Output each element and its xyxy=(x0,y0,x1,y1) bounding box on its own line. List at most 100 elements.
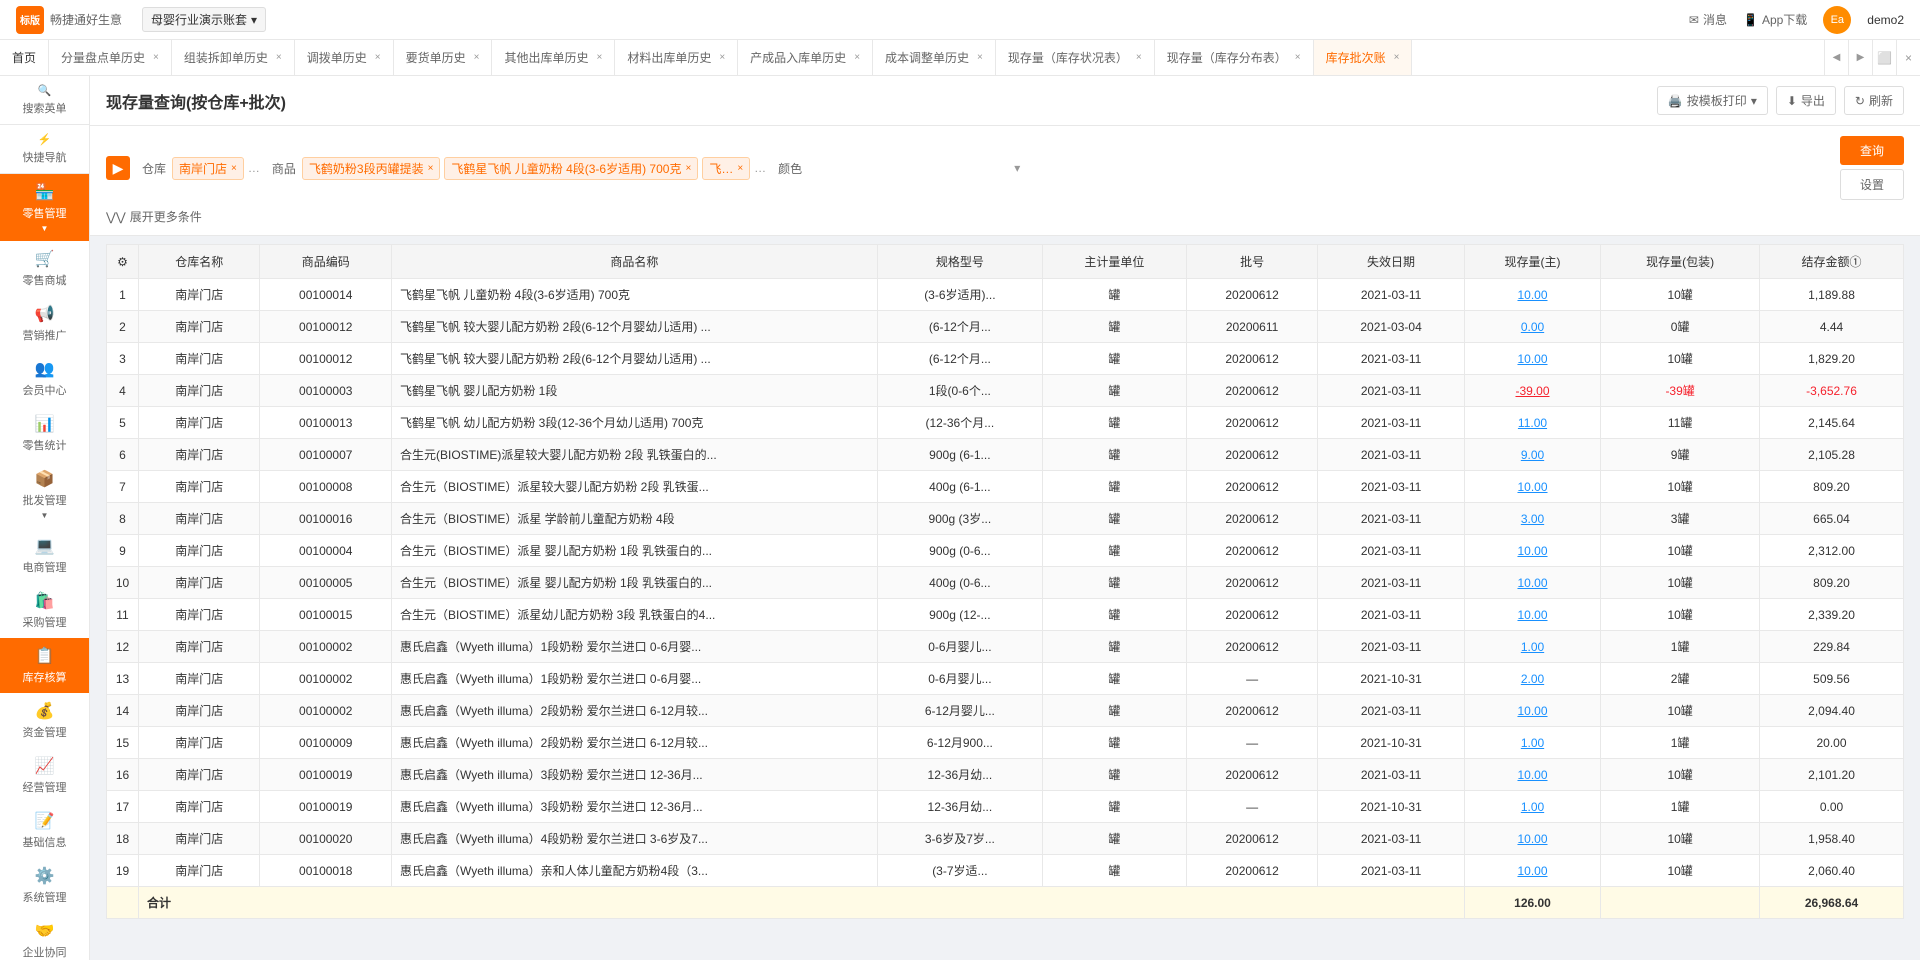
row-qty-main[interactable]: 10.00 xyxy=(1464,279,1600,311)
tab-stock-status[interactable]: 现存量（库存状况表）× xyxy=(996,40,1155,75)
sidebar-item-retail-mgmt[interactable]: 🏪 零售管理 ▼ xyxy=(0,174,89,241)
row-qty-main[interactable]: -39.00 xyxy=(1464,375,1600,407)
sidebar-item-retail-shop[interactable]: 🛒 零售商城 xyxy=(0,241,89,296)
nav-close-all-button[interactable]: × xyxy=(1896,40,1920,76)
sidebar-item-ecom[interactable]: 💻 电商管理 xyxy=(0,528,89,583)
row-qty-main[interactable]: 2.00 xyxy=(1464,663,1600,695)
row-qty-main[interactable]: 10.00 xyxy=(1464,343,1600,375)
app-download-button[interactable]: 📱 App下载 xyxy=(1743,11,1807,28)
sidebar-item-quick-nav[interactable]: ⚡ 快捷导航 xyxy=(0,125,89,174)
row-qty-main[interactable]: 9.00 xyxy=(1464,439,1600,471)
table-row: 7 南岸门店 00100008 合生元（BIOSTIME）派星较大婴儿配方奶粉 … xyxy=(107,471,1904,503)
row-qty-main[interactable]: 3.00 xyxy=(1464,503,1600,535)
sidebar-item-search[interactable]: 🔍 搜索英单 xyxy=(0,76,89,125)
row-qty-main[interactable]: 11.00 xyxy=(1464,407,1600,439)
row-unit: 罐 xyxy=(1042,311,1186,343)
sidebar-item-inventory[interactable]: 📋 库存核算 xyxy=(0,638,89,693)
nav-next-button[interactable]: ▶ xyxy=(1848,40,1872,76)
remove-product-tag-2[interactable]: × xyxy=(685,163,691,174)
row-qty-main[interactable]: 10.00 xyxy=(1464,855,1600,887)
messages-button[interactable]: ✉ 消息 xyxy=(1689,11,1727,28)
sidebar-item-system[interactable]: ⚙️ 系统管理 xyxy=(0,858,89,913)
tab-split-inventory[interactable]: 分量盘点单历史 × xyxy=(49,40,172,75)
warehouse-more-icon[interactable]: … xyxy=(248,161,260,175)
tab-other-out[interactable]: 其他出库单历史 × xyxy=(492,40,615,75)
row-qty-main[interactable]: 0.00 xyxy=(1464,311,1600,343)
col-name: 商品名称 xyxy=(392,245,878,279)
row-batch: 20200612 xyxy=(1186,279,1318,311)
tab-home[interactable]: 首页 xyxy=(0,40,49,75)
close-icon[interactable]: × xyxy=(153,52,159,63)
row-no: 3 xyxy=(107,343,139,375)
tab-batch-ledger[interactable]: 库存批次账 × xyxy=(1314,40,1413,75)
row-no: 4 xyxy=(107,375,139,407)
row-qty-pkg: 1罐 xyxy=(1601,791,1760,823)
row-warehouse: 南岸门店 xyxy=(139,471,260,503)
industry-selector[interactable]: 母婴行业演示账套 ▾ xyxy=(142,7,266,32)
sidebar-item-marketing[interactable]: 📢 营销推广 xyxy=(0,296,89,351)
tab-material-out[interactable]: 材料出库单历史 × xyxy=(615,40,738,75)
close-icon[interactable]: × xyxy=(854,52,860,63)
close-icon[interactable]: × xyxy=(1394,52,1400,63)
row-qty-main[interactable]: 10.00 xyxy=(1464,471,1600,503)
remove-product-tag-3[interactable]: × xyxy=(737,163,743,174)
tab-cost-adjust[interactable]: 成本调整单历史 × xyxy=(873,40,996,75)
row-qty-main[interactable]: 10.00 xyxy=(1464,599,1600,631)
row-qty-main[interactable]: 1.00 xyxy=(1464,727,1600,759)
close-icon[interactable]: × xyxy=(977,52,983,63)
product-filter: 商品 飞鹤奶粉3段丙罐提装 × 飞鹤星飞帆 儿童奶粉 4段(3-6岁适用) 70… xyxy=(272,157,766,180)
color-dropdown-arrow[interactable]: ▾ xyxy=(1014,161,1020,175)
close-icon[interactable]: × xyxy=(1136,52,1142,63)
template-print-button[interactable]: 🖨️ 按模板打印 ▾ xyxy=(1657,86,1768,115)
users-icon: 👥 xyxy=(35,359,55,379)
row-qty-main[interactable]: 10.00 xyxy=(1464,567,1600,599)
row-qty-main[interactable]: 10.00 xyxy=(1464,695,1600,727)
sidebar-item-wholesale[interactable]: 📦 批发管理 ▼ xyxy=(0,461,89,528)
sidebar-item-retail-stats[interactable]: 📊 零售统计 xyxy=(0,406,89,461)
close-icon[interactable]: × xyxy=(719,52,725,63)
product-label: 商品 xyxy=(272,160,296,177)
table-row: 15 南岸门店 00100009 惠氏启鑫（Wyeth illuma）2段奶粉 … xyxy=(107,727,1904,759)
row-qty-main[interactable]: 1.00 xyxy=(1464,791,1600,823)
nav-maximize-button[interactable]: ⬜ xyxy=(1872,40,1896,76)
row-amount: 0.00 xyxy=(1760,791,1904,823)
row-qty-main[interactable]: 10.00 xyxy=(1464,535,1600,567)
inventory-icon: 📋 xyxy=(35,646,55,666)
remove-product-tag-1[interactable]: × xyxy=(428,163,434,174)
settings-button[interactable]: 设置 xyxy=(1840,169,1904,200)
remove-warehouse-tag[interactable]: × xyxy=(231,163,237,174)
close-icon[interactable]: × xyxy=(474,52,480,63)
table-row: 16 南岸门店 00100019 惠氏启鑫（Wyeth illuma）3段奶粉 … xyxy=(107,759,1904,791)
row-qty-main[interactable]: 10.00 xyxy=(1464,759,1600,791)
row-qty-main[interactable]: 1.00 xyxy=(1464,631,1600,663)
close-icon[interactable]: × xyxy=(1295,52,1301,63)
refresh-button[interactable]: ↻ 刷新 xyxy=(1844,86,1904,115)
tab-stock-dist[interactable]: 现存量（库存分布表）× xyxy=(1155,40,1314,75)
tab-transfer[interactable]: 调拨单历史 × xyxy=(295,40,394,75)
sidebar-item-basic-info[interactable]: 📝 基础信息 xyxy=(0,803,89,858)
row-batch: 20200611 xyxy=(1186,311,1318,343)
sidebar-item-ops[interactable]: 📈 经营管理 xyxy=(0,748,89,803)
tab-production-in[interactable]: 产成品入库单历史 × xyxy=(738,40,873,75)
close-icon[interactable]: × xyxy=(596,52,602,63)
row-amount: -3,652.76 xyxy=(1760,375,1904,407)
tab-assembly[interactable]: 组装拆卸单历史 × xyxy=(172,40,295,75)
close-icon[interactable]: × xyxy=(276,52,282,63)
filter-expand-button[interactable]: ▶ xyxy=(106,156,130,180)
close-icon[interactable]: × xyxy=(375,52,381,63)
sidebar-item-purchase[interactable]: 🛍️ 采购管理 xyxy=(0,583,89,638)
tab-requisition[interactable]: 要货单历史 × xyxy=(394,40,493,75)
row-code: 00100005 xyxy=(260,567,392,599)
nav-prev-button[interactable]: ◀ xyxy=(1824,40,1848,76)
sidebar-item-finance[interactable]: 💰 资金管理 xyxy=(0,693,89,748)
sidebar-item-corp-collab[interactable]: 🤝 企业协同 xyxy=(0,913,89,960)
row-qty-pkg: 10罐 xyxy=(1601,471,1760,503)
expand-more-conditions[interactable]: ⋁⋁ 展开更多条件 xyxy=(106,208,1904,225)
col-settings[interactable]: ⚙ xyxy=(107,245,139,279)
product-more-icon[interactable]: … xyxy=(754,161,766,175)
row-code: 00100014 xyxy=(260,279,392,311)
export-button[interactable]: ⬇ 导出 xyxy=(1776,86,1836,115)
query-button[interactable]: 查询 xyxy=(1840,136,1904,165)
sidebar-item-member-center[interactable]: 👥 会员中心 xyxy=(0,351,89,406)
row-qty-main[interactable]: 10.00 xyxy=(1464,823,1600,855)
